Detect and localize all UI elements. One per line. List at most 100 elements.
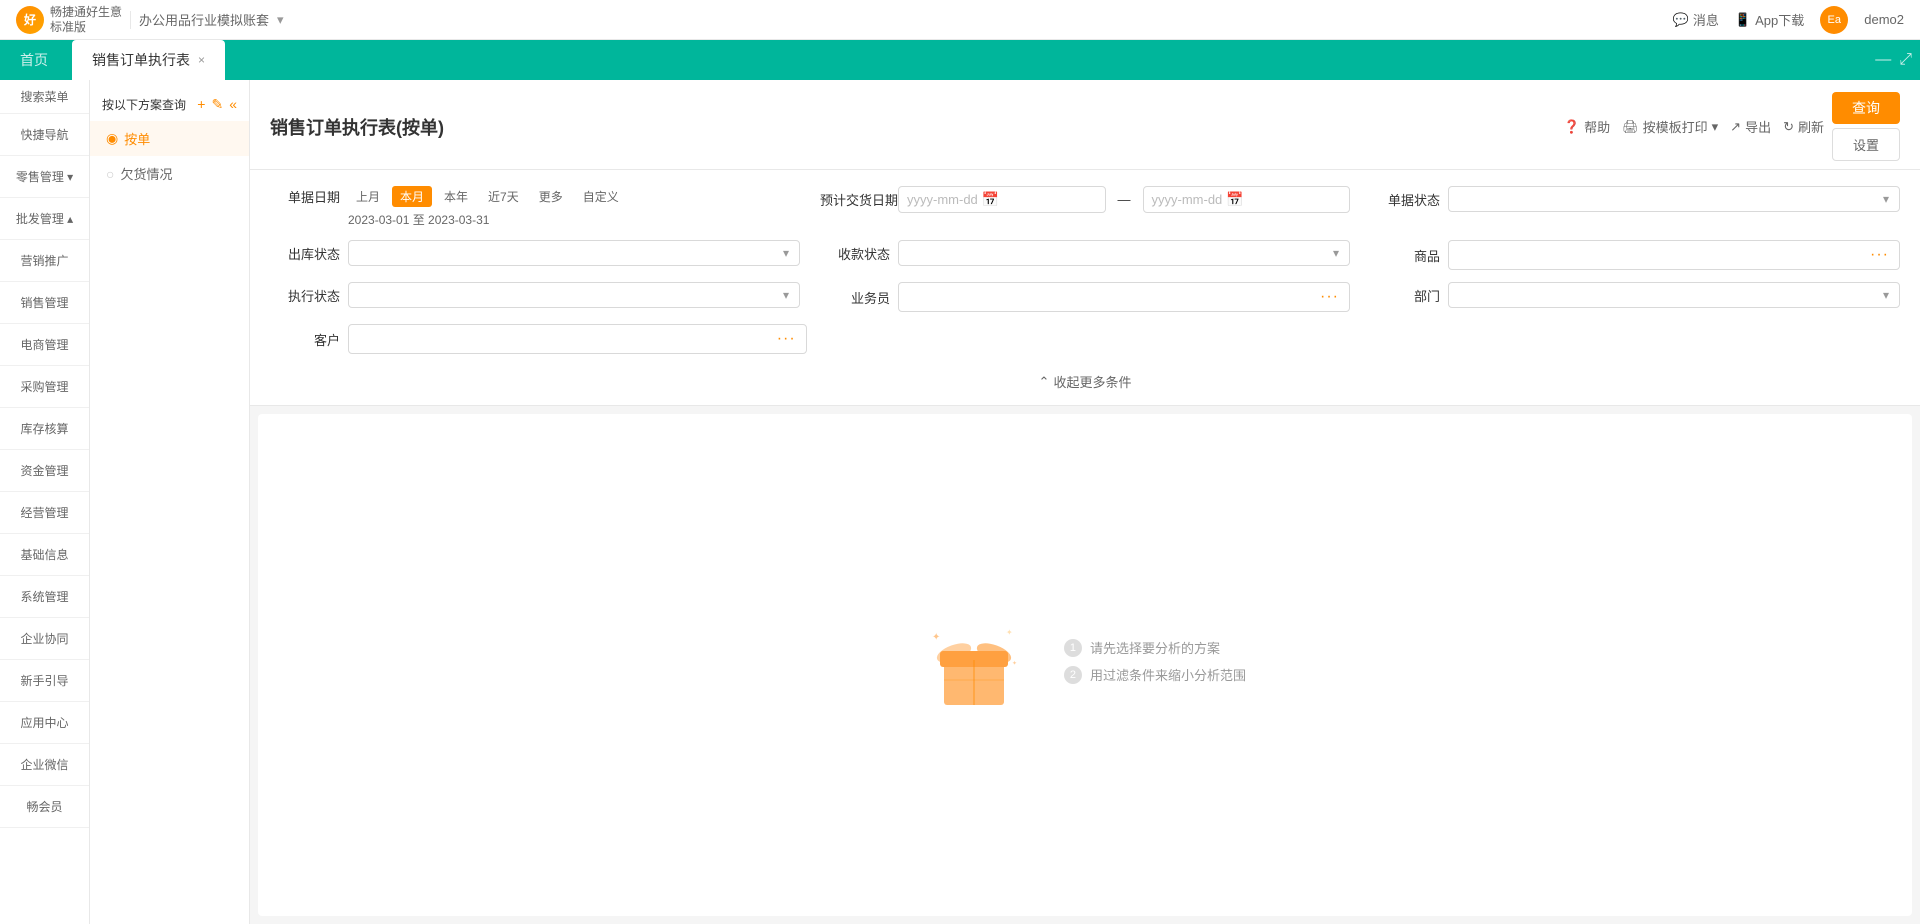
panel-item-按单[interactable]: ◉ 按单	[90, 121, 249, 156]
department-label: 部门	[1370, 286, 1440, 305]
date-tabs: 上月 本月 本年 近7天 更多 自定义	[348, 186, 627, 207]
date-start-input[interactable]: yyyy-mm-dd 📅	[898, 186, 1106, 213]
collapse-button[interactable]: ⌃ 收起更多条件	[270, 366, 1900, 397]
app-download-button[interactable]: 📱 App下载	[1735, 10, 1804, 29]
goods-label: 商品	[1370, 246, 1440, 265]
sidebar-item-inventory[interactable]: 库存核算	[0, 408, 89, 450]
svg-text:✦: ✦	[1012, 660, 1017, 667]
goods-input[interactable]: ···	[1448, 240, 1900, 270]
empty-steps: 1 请先选择要分析的方案 2 用过滤条件来缩小分析范围	[1064, 638, 1246, 692]
content-area: 按以下方案查询 + ✎ « ◉ 按单 ○ 欠货情况 销售订单执行表(按单)	[90, 80, 1920, 924]
date-label: 单据日期	[270, 187, 340, 206]
filter-out-status: 出库状态 ▾	[270, 240, 800, 266]
date-tab-more[interactable]: 更多	[531, 186, 571, 207]
date-tab-last-month[interactable]: 上月	[348, 186, 388, 207]
panel-header: 按以下方案查询 + ✎ «	[90, 88, 249, 121]
topbar-divider	[130, 11, 131, 29]
step-num-1: 1	[1064, 639, 1082, 657]
message-button[interactable]: 💬 消息	[1673, 10, 1719, 29]
date-tab-this-year[interactable]: 本年	[436, 186, 476, 207]
date-end-input[interactable]: yyyy-mm-dd 📅	[1143, 186, 1351, 213]
sidebar-item-basic[interactable]: 基础信息	[0, 534, 89, 576]
message-icon: 💬	[1673, 12, 1689, 28]
filter-order-status: 单据状态 ▾	[1370, 186, 1900, 212]
logo-text: 畅捷通好生意 标准版	[50, 5, 122, 34]
tab-close-icon[interactable]: ×	[198, 53, 205, 67]
sidebar-item-enterprise[interactable]: 企业协同	[0, 618, 89, 660]
system-dropdown-icon[interactable]: ▾	[277, 12, 284, 28]
exec-status-label: 执行状态	[270, 286, 340, 305]
goods-dots-icon: ···	[1870, 246, 1889, 264]
filter-area: 单据日期 上月 本月 本年 近7天 更多 自定义 2023-03-0	[250, 170, 1920, 406]
refresh-button[interactable]: ↻ 刷新	[1783, 117, 1824, 136]
date-tab-custom[interactable]: 自定义	[575, 186, 627, 207]
sidebar-item-system[interactable]: 系统管理	[0, 576, 89, 618]
payment-status-select[interactable]: ▾	[898, 240, 1350, 266]
date-tab-this-month[interactable]: 本月	[392, 186, 432, 207]
sidebar-search[interactable]: 搜索菜单	[0, 80, 89, 114]
order-status-select[interactable]: ▾	[1448, 186, 1900, 212]
salesman-label: 业务员	[820, 288, 890, 307]
order-status-label: 单据状态	[1370, 190, 1440, 209]
svg-text:✦: ✦	[1006, 628, 1013, 637]
out-status-label: 出库状态	[270, 244, 340, 263]
print-button[interactable]: 🖨 按模板打印 ▾	[1622, 117, 1718, 136]
tab-home[interactable]: 首页	[0, 40, 68, 80]
logo-area: 好 畅捷通好生意 标准版	[16, 5, 122, 34]
query-button[interactable]: 查询	[1832, 92, 1900, 124]
page-header: 销售订单执行表(按单) ❓ 帮助 🖨 按模板打印 ▾ ↗	[250, 80, 1920, 170]
avatar[interactable]: Ea	[1820, 6, 1848, 34]
refresh-icon: ↻	[1783, 119, 1794, 135]
payment-status-chevron: ▾	[1333, 246, 1339, 260]
tab-maximize-icon[interactable]: ⤢	[1899, 51, 1912, 69]
tab-active[interactable]: 销售订单执行表 ×	[72, 40, 225, 80]
panel-collapse-icon[interactable]: «	[229, 96, 237, 113]
expected-delivery-label: 预计交货日期	[820, 190, 890, 209]
department-select[interactable]: ▾	[1448, 282, 1900, 308]
out-status-select[interactable]: ▾	[348, 240, 800, 266]
collapse-up-icon: ⌃	[1039, 374, 1050, 390]
sidebar-item-marketing[interactable]: 营销推广	[0, 240, 89, 282]
sidebar-item-operations[interactable]: 经营管理	[0, 492, 89, 534]
page-actions: ❓ 帮助 🖨 按模板打印 ▾ ↗ 导出 ↻	[1564, 117, 1824, 136]
username-label: demo2	[1864, 12, 1904, 27]
panel-item-欠货情况[interactable]: ○ 欠货情况	[90, 156, 249, 191]
filter-row-2: 出库状态 ▾ 收款状态 ▾ 商品	[270, 240, 1900, 270]
sidebar-item-retail[interactable]: 零售管理 ▾	[0, 156, 89, 198]
panel-add-icon[interactable]: +	[197, 96, 205, 113]
panel-item-icon-欠货情况: ○	[106, 166, 114, 182]
svg-text:✦: ✦	[932, 632, 940, 643]
salesman-input[interactable]: ···	[898, 282, 1350, 312]
filter-payment-status: 收款状态 ▾	[820, 240, 1350, 266]
filter-department: 部门 ▾	[1370, 282, 1900, 308]
tab-minimize-icon[interactable]: —	[1875, 51, 1891, 69]
sidebar-item-wholesale[interactable]: 批发管理 ▴	[0, 198, 89, 240]
sidebar-item-newbie[interactable]: 新手引导	[0, 660, 89, 702]
export-button[interactable]: ↗ 导出	[1730, 117, 1771, 136]
tabbar-right: — ⤢	[1875, 51, 1920, 69]
sidebar-item-quick-nav[interactable]: 快捷导航	[0, 114, 89, 156]
customer-input[interactable]: ···	[348, 324, 807, 354]
sidebar-item-purchase[interactable]: 采购管理	[0, 366, 89, 408]
sidebar-item-member[interactable]: 畅会员	[0, 786, 89, 828]
query-actions: 查询 设置	[1832, 92, 1900, 161]
filter-expected-delivery: 预计交货日期 yyyy-mm-dd 📅 — yyyy-mm-dd 📅	[820, 186, 1350, 213]
help-button[interactable]: ❓ 帮助	[1564, 117, 1610, 136]
print-dropdown-icon: ▾	[1712, 119, 1719, 135]
setting-button[interactable]: 设置	[1832, 128, 1900, 161]
left-panel: 按以下方案查询 + ✎ « ◉ 按单 ○ 欠货情况	[90, 80, 250, 924]
sidebar-item-sales[interactable]: 销售管理	[0, 282, 89, 324]
exec-status-select[interactable]: ▾	[348, 282, 800, 308]
sidebar-item-ecommerce[interactable]: 电商管理	[0, 324, 89, 366]
panel-edit-icon[interactable]: ✎	[211, 96, 223, 113]
date-tab-last7[interactable]: 近7天	[480, 186, 527, 207]
empty-illustration: ✦ ✦ ✦	[924, 615, 1024, 715]
app-icon: 📱	[1735, 12, 1751, 28]
filter-goods: 商品 ···	[1370, 240, 1900, 270]
customer-label: 客户	[270, 330, 340, 349]
sidebar-item-finance[interactable]: 资金管理	[0, 450, 89, 492]
sidebar-item-apps[interactable]: 应用中心	[0, 702, 89, 744]
empty-svg: ✦ ✦ ✦	[924, 615, 1024, 715]
sidebar-item-wechat[interactable]: 企业微信	[0, 744, 89, 786]
system-title: 办公用品行业模拟账套	[139, 10, 269, 29]
